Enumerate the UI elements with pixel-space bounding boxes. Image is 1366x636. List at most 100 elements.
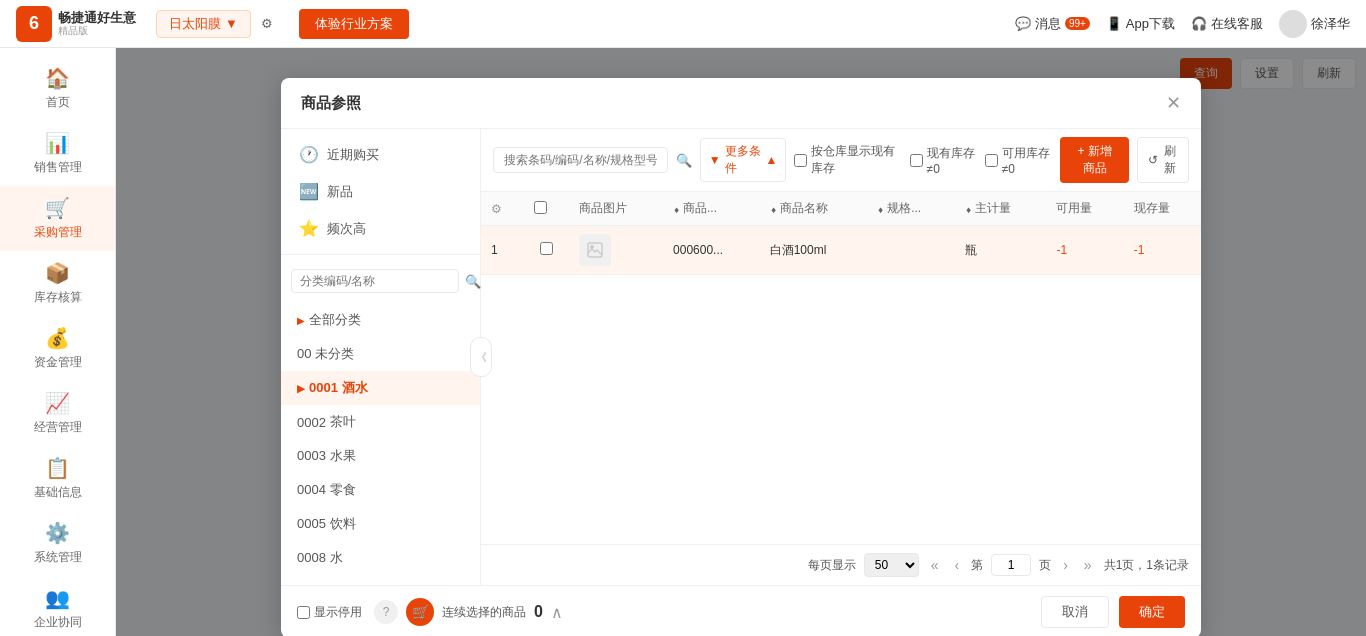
cart-count: 0 (534, 603, 543, 621)
tab-label: 新品 (327, 183, 353, 201)
product-image (579, 234, 611, 266)
close-icon[interactable]: ✕ (1166, 92, 1181, 114)
sort-icon: ⬧ (770, 202, 777, 216)
checkbox-warehouse[interactable]: 按仓库显示现有库存 (794, 143, 901, 177)
checkbox-warehouse-input[interactable] (794, 154, 807, 167)
clock-icon: 🕐 (299, 145, 319, 164)
show-disabled-input[interactable] (297, 606, 310, 619)
add-product-button[interactable]: + 新增商品 (1060, 137, 1129, 183)
prev-page-button[interactable]: ‹ (951, 555, 964, 575)
user-menu[interactable]: 徐泽华 (1279, 10, 1350, 38)
tab-frequent[interactable]: ⭐ 频次高 (289, 211, 472, 246)
sidebar-item-finance[interactable]: 💰 资金管理 (0, 316, 115, 381)
message-button[interactable]: 💬 消息 99+ (1015, 15, 1090, 33)
col-spec: ⬧规格... (867, 192, 955, 226)
collapse-panel-button[interactable]: 《 (470, 337, 492, 377)
category-name-text: 茶叶 (330, 413, 356, 431)
category-tea[interactable]: 0002 茶叶 (281, 405, 480, 439)
main-layout: 🏠 首页 📊 销售管理 🛒 采购管理 📦 库存核算 💰 资金管理 📈 经营管理 … (0, 48, 1366, 636)
category-search-input[interactable] (291, 269, 459, 293)
sidebar-item-inventory[interactable]: 📦 库存核算 (0, 251, 115, 316)
modal-left-tabs: 🕐 近期购买 🆕 新品 ⭐ 频次高 (281, 137, 480, 246)
checkbox-stock-input[interactable] (910, 154, 923, 167)
table-row[interactable]: 1 000600... 白酒100ml (481, 226, 1201, 275)
checkbox-available-nonzero[interactable]: 可用库存≠0 (985, 145, 1052, 176)
modal-title: 商品参照 (301, 94, 361, 113)
row-checkbox[interactable] (540, 242, 553, 255)
new-icon: 🆕 (299, 182, 319, 201)
home-icon: 🏠 (45, 66, 70, 90)
sidebar-item-sales[interactable]: 📊 销售管理 (0, 121, 115, 186)
app-download-button[interactable]: 📱 App下载 (1106, 15, 1175, 33)
refresh-button[interactable]: ↺ 刷新 (1137, 137, 1189, 183)
show-disabled-checkbox[interactable]: 显示停用 (297, 604, 362, 621)
sidebar-item-label: 企业协同 (34, 614, 82, 631)
tab-label: 频次高 (327, 220, 366, 238)
sidebar-item-basic-info[interactable]: 📋 基础信息 (0, 446, 115, 511)
sidebar-item-label: 库存核算 (34, 289, 82, 306)
search-icon[interactable]: 🔍 (465, 274, 481, 289)
page-number-input[interactable] (991, 554, 1031, 576)
cancel-button[interactable]: 取消 (1041, 596, 1109, 628)
col-unit: ⬧主计量 (955, 192, 1046, 226)
checkbox-stock-nonzero[interactable]: 现有库存≠0 (910, 145, 977, 176)
confirm-button[interactable]: 确定 (1119, 596, 1185, 628)
content-area: 查询 设置 刷新 商品参照 ✕ 🕐 (116, 48, 1366, 636)
category-name: 0001 酒水 (309, 379, 368, 397)
search-button[interactable]: 🔍 (676, 153, 692, 168)
col-code: ⬧商品... (663, 192, 760, 226)
sidebar-item-label: 首页 (46, 94, 70, 111)
logo-text: 畅捷通好生意 精品版 (58, 10, 136, 38)
sidebar-item-system[interactable]: ⚙️ 系统管理 (0, 511, 115, 576)
row-available: -1 (1046, 226, 1123, 275)
toolbar: 🔍 ▼ 更多条件 ▲ 按仓库显示现有库存 (481, 129, 1201, 192)
category-alcohol[interactable]: ▶ 0001 酒水 (281, 371, 480, 405)
sidebar-item-purchase[interactable]: 🛒 采购管理 (0, 186, 115, 251)
category-appliance[interactable]: 0010 家电 (281, 575, 480, 577)
nav-dropdown[interactable]: 日太阳膜 ▼ (156, 10, 251, 38)
sidebar-item-operations[interactable]: 📈 经营管理 (0, 381, 115, 446)
table-settings-icon[interactable]: ⚙ (491, 202, 502, 216)
category-beverage[interactable]: 0005 饮料 (281, 507, 480, 541)
inventory-icon: 📦 (45, 261, 70, 285)
modal-right-panel: 🔍 ▼ 更多条件 ▲ 按仓库显示现有库存 (481, 129, 1201, 585)
gear-button[interactable]: ⚙ (251, 8, 283, 40)
checkbox-available-input[interactable] (985, 154, 998, 167)
category-snack[interactable]: 0004 零食 (281, 473, 480, 507)
first-page-button[interactable]: « (927, 555, 943, 575)
tab-recent[interactable]: 🕐 近期购买 (289, 137, 472, 172)
product-search-input[interactable] (493, 147, 668, 173)
tab-new[interactable]: 🆕 新品 (289, 174, 472, 209)
category-uncategorized[interactable]: 00 未分类 (281, 337, 480, 371)
message-badge: 99+ (1065, 17, 1090, 30)
select-all-checkbox[interactable] (534, 201, 547, 214)
next-page-button[interactable]: › (1059, 555, 1072, 575)
phone-icon: 📱 (1106, 16, 1122, 31)
message-icon: 💬 (1015, 16, 1031, 31)
col-image: 商品图片 (569, 192, 663, 226)
sidebar-item-enterprise[interactable]: 👥 企业协同 (0, 576, 115, 636)
row-image-cell (569, 226, 663, 275)
category-all[interactable]: ▶ 全部分类 (281, 303, 480, 337)
avatar (1279, 10, 1307, 38)
category-fruit[interactable]: 0003 水果 (281, 439, 480, 473)
col-checkbox (524, 192, 570, 226)
product-reference-modal: 商品参照 ✕ 🕐 近期购买 🆕 (281, 78, 1201, 636)
modal-overlay: 商品参照 ✕ 🕐 近期购买 🆕 (116, 48, 1366, 636)
sidebar-item-label: 资金管理 (34, 354, 82, 371)
per-page-select[interactable]: 50 100 200 (864, 553, 919, 577)
sidebar-item-home[interactable]: 🏠 首页 (0, 56, 115, 121)
help-icon[interactable]: ? (374, 600, 398, 624)
modal-body: 🕐 近期购买 🆕 新品 ⭐ 频次高 (281, 129, 1201, 585)
category-name: 0008 水 (297, 549, 343, 567)
experience-button[interactable]: 体验行业方案 (299, 9, 409, 39)
online-service-button[interactable]: 🎧 在线客服 (1191, 15, 1263, 33)
last-page-button[interactable]: » (1080, 555, 1096, 575)
row-name: 白酒100ml (760, 226, 868, 275)
category-water[interactable]: 0008 水 (281, 541, 480, 575)
row-code: 000600... (663, 226, 760, 275)
headphone-icon: 🎧 (1191, 16, 1207, 31)
collapse-arrow-icon[interactable]: ∧ (551, 603, 563, 622)
cart-icon: 🛒 (406, 598, 434, 626)
filter-button[interactable]: ▼ 更多条件 ▲ (700, 138, 786, 182)
